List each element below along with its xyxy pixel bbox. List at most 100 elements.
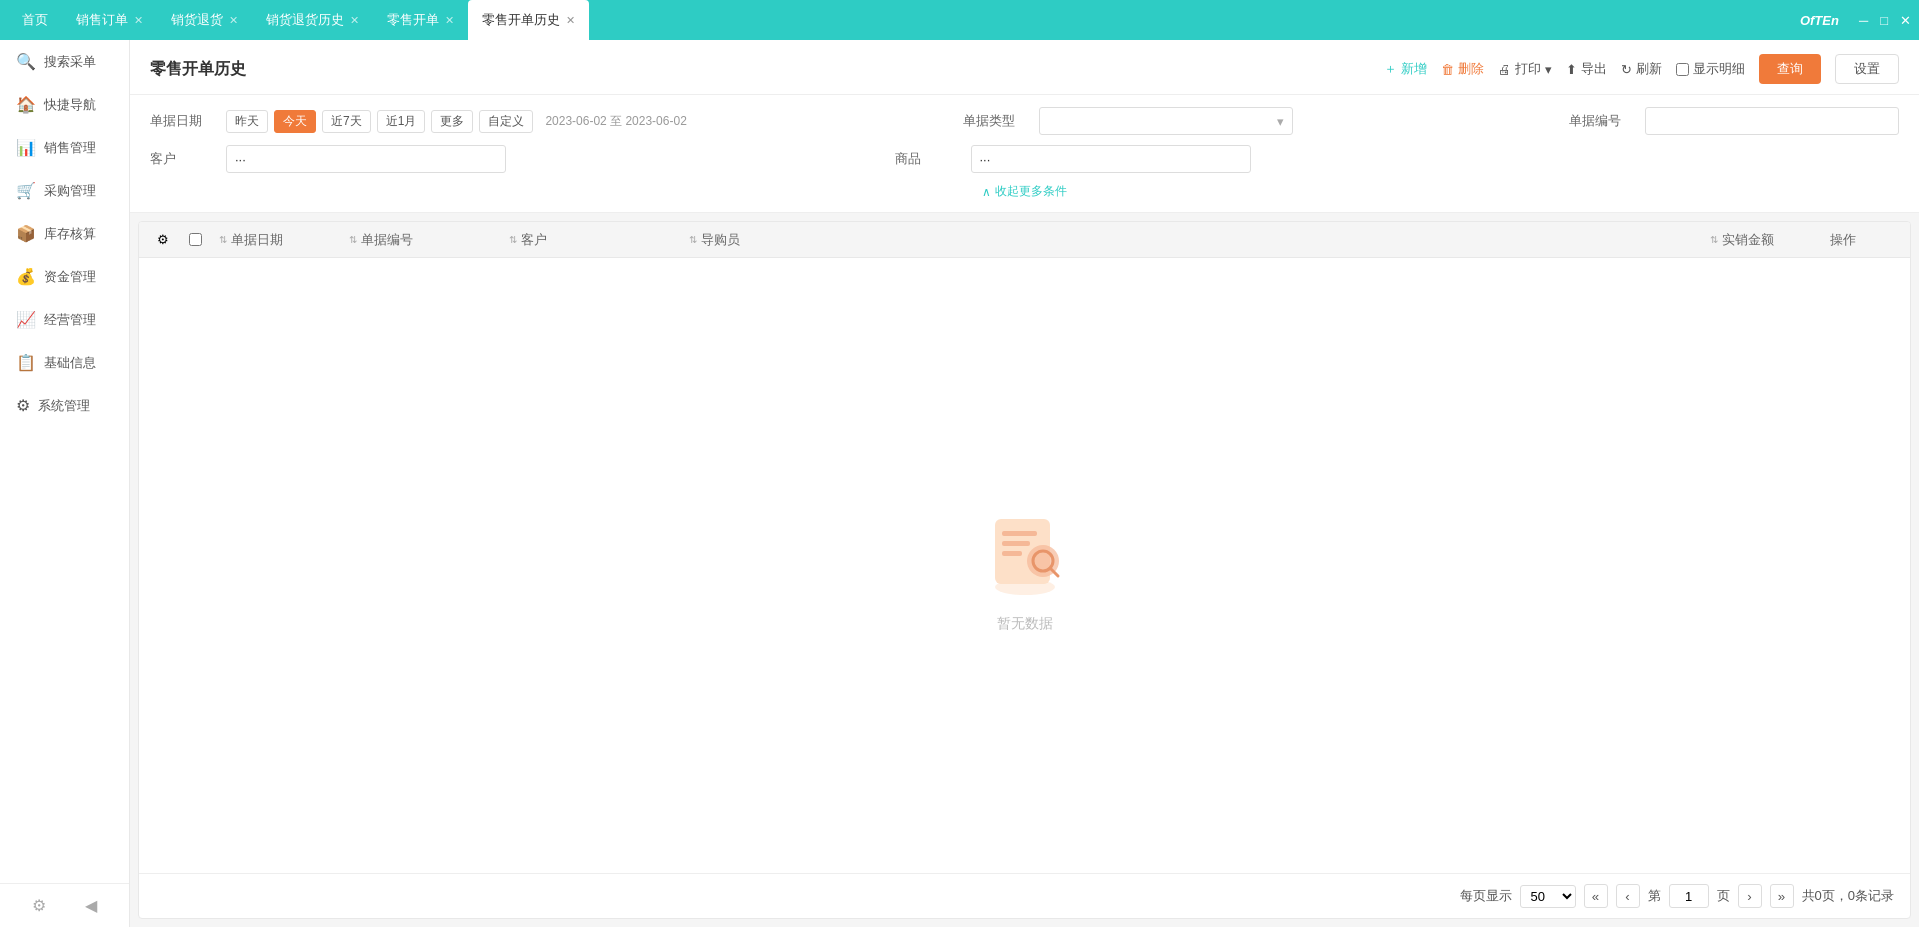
- operations-icon: 📈: [16, 310, 36, 329]
- window-restore[interactable]: □: [1880, 13, 1888, 28]
- tab-sales-return-history-label: 销货退货历史: [266, 11, 344, 29]
- th-amount-label: 实销金额: [1722, 231, 1774, 249]
- last-page-button[interactable]: »: [1770, 884, 1794, 908]
- first-page-button[interactable]: «: [1584, 884, 1608, 908]
- sidebar-collapse-icon[interactable]: ◀: [85, 896, 97, 915]
- sort-guide-icon[interactable]: ⇅: [689, 234, 697, 245]
- sort-date-icon[interactable]: ⇅: [219, 234, 227, 245]
- goods-select[interactable]: ···: [971, 145, 1251, 173]
- sort-customer-icon[interactable]: ⇅: [509, 234, 517, 245]
- sidebar-item-inventory-label: 库存核算: [44, 225, 96, 243]
- tab-retail-open-label: 零售开单: [387, 11, 439, 29]
- page-number-input[interactable]: [1669, 884, 1709, 908]
- print-arrow-icon: ▾: [1545, 62, 1552, 77]
- delete-label: 删除: [1458, 60, 1484, 78]
- basic-info-icon: 📋: [16, 353, 36, 372]
- sidebar-item-system[interactable]: ⚙ 系统管理: [0, 384, 129, 427]
- th-guide-label: 导购员: [701, 231, 740, 249]
- svg-rect-3: [1002, 541, 1030, 546]
- window-minimize[interactable]: ─: [1859, 13, 1868, 28]
- th-date: ⇅ 单据日期: [211, 231, 341, 249]
- tab-home[interactable]: 首页: [8, 0, 62, 40]
- window-close[interactable]: ✕: [1900, 13, 1911, 28]
- tab-home-label: 首页: [22, 11, 48, 29]
- date-btn-7days[interactable]: 近7天: [322, 110, 371, 133]
- customer-select[interactable]: ···: [226, 145, 506, 173]
- sidebar-item-inventory[interactable]: 📦 库存核算: [0, 212, 129, 255]
- tab-sales-return[interactable]: 销货退货 ✕: [157, 0, 252, 40]
- goods-label: 商品: [895, 150, 951, 168]
- refresh-button[interactable]: ↻ 刷新: [1621, 60, 1662, 78]
- top-navigation: 首页 销售订单 ✕ 销货退货 ✕ 销货退货历史 ✕ 零售开单 ✕ 零售开单历史 …: [0, 0, 1919, 40]
- show-detail-toggle[interactable]: 显示明细: [1676, 60, 1745, 78]
- tab-sales-return-history[interactable]: 销货退货历史 ✕: [252, 0, 373, 40]
- date-btn-1month[interactable]: 近1月: [377, 110, 426, 133]
- show-detail-checkbox[interactable]: [1676, 63, 1689, 76]
- th-date-label: 单据日期: [231, 231, 283, 249]
- sidebar-item-basic-info[interactable]: 📋 基础信息: [0, 341, 129, 384]
- sidebar-item-purchase-mgmt[interactable]: 🛒 采购管理: [0, 169, 129, 212]
- tab-sales-return-close[interactable]: ✕: [229, 14, 238, 27]
- tab-retail-history-label: 零售开单历史: [482, 11, 560, 29]
- table-header: ⚙ ⇅ 单据日期 ⇅ 单据编号 ⇅ 客户 ⇅: [139, 222, 1910, 258]
- query-button[interactable]: 查询: [1759, 54, 1821, 84]
- collapse-row: ∧ 收起更多条件: [150, 183, 1899, 200]
- sidebar-item-finance[interactable]: 💰 资金管理: [0, 255, 129, 298]
- collapse-label: 收起更多条件: [995, 183, 1067, 200]
- export-label: 导出: [1581, 60, 1607, 78]
- export-button[interactable]: ⬆ 导出: [1566, 60, 1607, 78]
- toolbar: ＋ 新增 🗑 删除 🖨 打印 ▾ ⬆ 导出 ↻ 刷新: [1384, 54, 1899, 84]
- tab-retail-open[interactable]: 零售开单 ✕: [373, 0, 468, 40]
- next-page-button[interactable]: ›: [1738, 884, 1762, 908]
- sidebar-item-quick-nav-label: 快捷导航: [44, 96, 96, 114]
- add-button[interactable]: ＋ 新增: [1384, 60, 1427, 78]
- page-suffix-label: 页: [1717, 887, 1730, 905]
- date-btn-today[interactable]: 今天: [274, 110, 316, 133]
- sidebar-item-quick-nav[interactable]: 🏠 快捷导航: [0, 83, 129, 126]
- prev-page-button[interactable]: ‹: [1616, 884, 1640, 908]
- sidebar-settings-icon[interactable]: ⚙: [32, 896, 46, 915]
- tab-retail-history[interactable]: 零售开单历史 ✕: [468, 0, 589, 40]
- tab-sales-order-close[interactable]: ✕: [134, 14, 143, 27]
- setting-button[interactable]: 设置: [1835, 54, 1899, 84]
- delete-button[interactable]: 🗑 删除: [1441, 60, 1484, 78]
- page-title: 零售开单历史: [150, 59, 246, 80]
- collapse-up-icon: ∧: [982, 185, 991, 199]
- date-btn-yesterday[interactable]: 昨天: [226, 110, 268, 133]
- sort-amount-icon[interactable]: ⇅: [1710, 234, 1718, 245]
- print-button[interactable]: 🖨 打印 ▾: [1498, 60, 1552, 78]
- sort-number-icon[interactable]: ⇅: [349, 234, 357, 245]
- column-settings-icon[interactable]: ⚙: [157, 232, 169, 247]
- sidebar-item-operations[interactable]: 📈 经营管理: [0, 298, 129, 341]
- tab-sales-return-history-close[interactable]: ✕: [350, 14, 359, 27]
- filter-row-1: 单据日期 昨天 今天 近7天 近1月 更多 自定义 2023-06-02 至 2…: [150, 107, 1899, 135]
- customer-label: 客户: [150, 150, 206, 168]
- system-icon: ⚙: [16, 396, 30, 415]
- per-page-select[interactable]: 10 20 50 100: [1520, 885, 1576, 908]
- sidebar-item-finance-label: 资金管理: [44, 268, 96, 286]
- tab-sales-order-label: 销售订单: [76, 11, 128, 29]
- sidebar-item-search-order[interactable]: 🔍 搜索采单: [0, 40, 129, 83]
- bill-type-select[interactable]: ▾: [1039, 107, 1293, 135]
- customer-value: ···: [235, 152, 246, 167]
- date-btn-custom[interactable]: 自定义: [479, 110, 533, 133]
- sidebar-item-operations-label: 经营管理: [44, 311, 96, 329]
- page-summary: 共0页，0条记录: [1802, 887, 1894, 905]
- date-btn-more[interactable]: 更多: [431, 110, 473, 133]
- tab-retail-history-close[interactable]: ✕: [566, 14, 575, 27]
- sidebar-item-basic-info-label: 基础信息: [44, 354, 96, 372]
- select-all-checkbox[interactable]: [189, 233, 202, 246]
- th-action-label: 操作: [1830, 231, 1856, 249]
- collapse-button[interactable]: ∧ 收起更多条件: [982, 183, 1067, 200]
- date-range-display: 2023-06-02 至 2023-06-02: [545, 113, 686, 130]
- bill-num-input[interactable]: [1645, 107, 1899, 135]
- sidebar-item-sales-mgmt[interactable]: 📊 销售管理: [0, 126, 129, 169]
- show-detail-label: 显示明细: [1693, 60, 1745, 78]
- sidebar-item-purchase-mgmt-label: 采购管理: [44, 182, 96, 200]
- tab-sales-order[interactable]: 销售订单 ✕: [62, 0, 157, 40]
- empty-text: 暂无数据: [997, 615, 1053, 633]
- export-icon: ⬆: [1566, 62, 1577, 77]
- add-label: 新增: [1401, 60, 1427, 78]
- date-buttons: 昨天 今天 近7天 近1月 更多 自定义 2023-06-02 至 2023-0…: [226, 110, 687, 133]
- tab-retail-open-close[interactable]: ✕: [445, 14, 454, 27]
